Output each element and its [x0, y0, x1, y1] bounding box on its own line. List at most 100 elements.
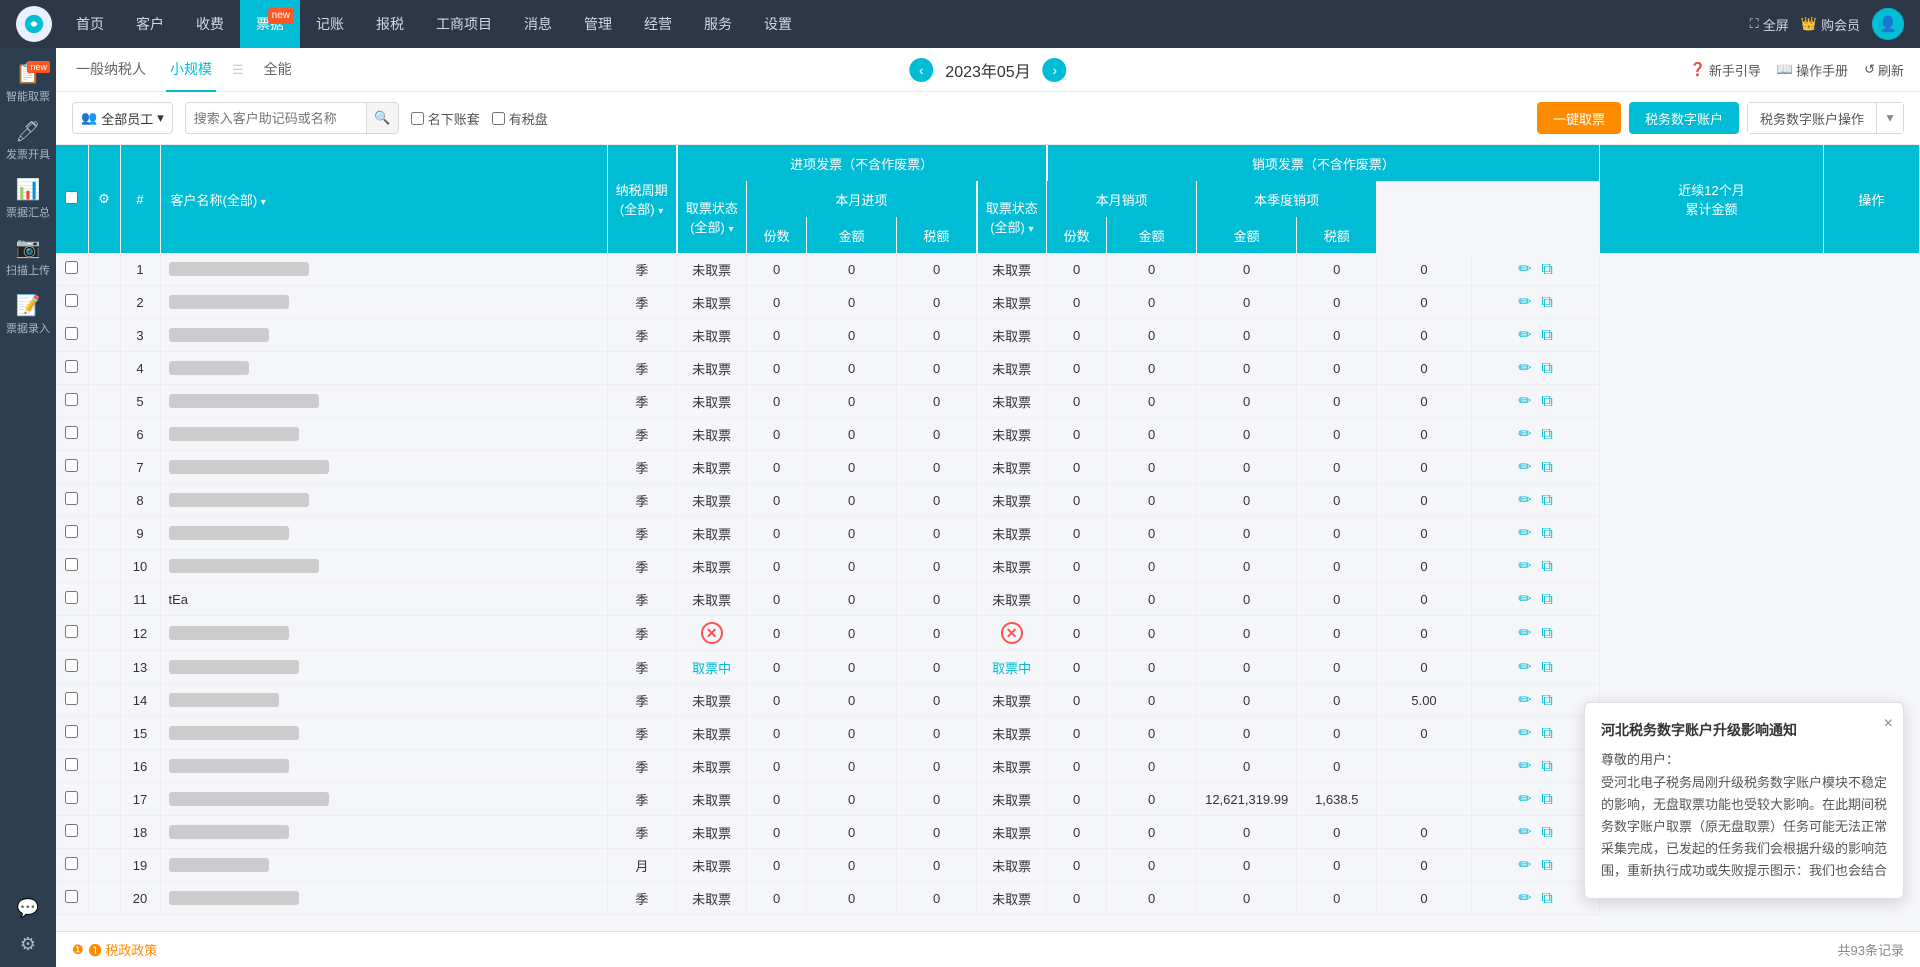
nav-accounting[interactable]: 记账	[300, 0, 360, 48]
sidebar-item-summary[interactable]: 📊 票据汇总	[2, 172, 54, 226]
edit-icon[interactable]: ✏	[1515, 591, 1534, 608]
one-click-fetch-btn[interactable]: 一键取票	[1537, 102, 1621, 134]
row-checkbox[interactable]	[65, 327, 78, 340]
row-checkbox[interactable]	[65, 492, 78, 505]
copy-icon[interactable]: ⧉	[1538, 492, 1555, 509]
tab-small[interactable]: 小规模	[166, 48, 216, 92]
name-under-checkbox-input[interactable]	[411, 112, 424, 125]
edit-icon[interactable]: ✏	[1515, 558, 1534, 575]
edit-icon[interactable]: ✏	[1515, 659, 1534, 676]
sidebar-item-smart-ticket[interactable]: 📋 new 智能取票	[2, 56, 54, 110]
row-checkbox[interactable]	[65, 791, 78, 804]
search-input[interactable]	[186, 103, 366, 133]
sidebar-item-open-ticket[interactable]: 🖊 发票开具	[2, 114, 54, 168]
next-month-btn[interactable]: ›	[1043, 58, 1067, 82]
tab-all[interactable]: 全能	[260, 48, 296, 92]
fullscreen-btn[interactable]: ⛶ 全屏	[1750, 15, 1789, 34]
copy-icon[interactable]: ⧉	[1538, 824, 1555, 841]
copy-icon[interactable]: ⧉	[1538, 558, 1555, 575]
row-checkbox[interactable]	[65, 857, 78, 870]
notification-close-btn[interactable]: ×	[1884, 711, 1893, 737]
edit-icon[interactable]: ✏	[1515, 459, 1534, 476]
copy-icon[interactable]: ⧉	[1538, 261, 1555, 278]
copy-icon[interactable]: ⧉	[1538, 459, 1555, 476]
copy-icon[interactable]: ⧉	[1538, 692, 1555, 709]
th-out-status[interactable]: 取票状态(全部) ▾	[977, 181, 1047, 253]
copy-icon[interactable]: ⧉	[1538, 360, 1555, 377]
th-period[interactable]: 纳税周期(全部) ▾	[607, 145, 677, 253]
digital-ops-btn[interactable]: 税务数字账户操作	[1747, 102, 1876, 134]
copy-icon[interactable]: ⧉	[1538, 426, 1555, 443]
edit-icon[interactable]: ✏	[1515, 525, 1534, 542]
employee-select[interactable]: 👥 全部员工 ▾	[72, 102, 173, 134]
row-checkbox[interactable]	[65, 360, 78, 373]
has-taxdisk-checkbox[interactable]: 有税盘	[492, 109, 548, 128]
copy-icon[interactable]: ⧉	[1538, 327, 1555, 344]
edit-icon[interactable]: ✏	[1515, 890, 1534, 907]
search-button[interactable]: 🔍	[366, 102, 398, 134]
row-checkbox[interactable]	[65, 625, 78, 638]
edit-icon[interactable]: ✏	[1515, 625, 1534, 642]
edit-icon[interactable]: ✏	[1515, 492, 1534, 509]
edit-icon[interactable]: ✏	[1515, 725, 1534, 742]
row-checkbox[interactable]	[65, 692, 78, 705]
row-checkbox[interactable]	[65, 294, 78, 307]
th-in-status[interactable]: 取票状态(全部) ▾	[677, 181, 747, 253]
edit-icon[interactable]: ✏	[1515, 294, 1534, 311]
copy-icon[interactable]: ⧉	[1538, 625, 1555, 642]
copy-icon[interactable]: ⧉	[1538, 890, 1555, 907]
copy-icon[interactable]: ⧉	[1538, 659, 1555, 676]
edit-icon[interactable]: ✏	[1515, 692, 1534, 709]
nav-manage[interactable]: 管理	[568, 0, 628, 48]
nav-ticket[interactable]: 票据 new	[240, 0, 300, 48]
copy-icon[interactable]: ⧉	[1538, 758, 1555, 775]
copy-icon[interactable]: ⧉	[1538, 393, 1555, 410]
row-checkbox[interactable]	[65, 824, 78, 837]
th-name[interactable]: 客户名称(全部) ▾	[160, 145, 607, 253]
prev-month-btn[interactable]: ‹	[909, 58, 933, 82]
nav-service[interactable]: 服务	[688, 0, 748, 48]
row-checkbox[interactable]	[65, 426, 78, 439]
row-checkbox[interactable]	[65, 659, 78, 672]
row-checkbox[interactable]	[65, 459, 78, 472]
nav-customer[interactable]: 客户	[120, 0, 180, 48]
edit-icon[interactable]: ✏	[1515, 360, 1534, 377]
edit-icon[interactable]: ✏	[1515, 327, 1534, 344]
copy-icon[interactable]: ⧉	[1538, 294, 1555, 311]
edit-icon[interactable]: ✏	[1515, 824, 1534, 841]
nav-business[interactable]: 工商项目	[420, 0, 508, 48]
has-taxdisk-checkbox-input[interactable]	[492, 112, 505, 125]
tab-general[interactable]: 一般纳税人	[72, 48, 150, 92]
edit-icon[interactable]: ✏	[1515, 791, 1534, 808]
edit-icon[interactable]: ✏	[1515, 261, 1534, 278]
sidebar-item-scan[interactable]: 📷 扫描上传	[2, 230, 54, 284]
sidebar-item-settings[interactable]: ⚙	[2, 927, 54, 959]
row-checkbox[interactable]	[65, 591, 78, 604]
sidebar-item-entry[interactable]: 📝 票据录入	[2, 288, 54, 342]
row-checkbox[interactable]	[65, 393, 78, 406]
row-checkbox[interactable]	[65, 890, 78, 903]
select-all-checkbox[interactable]	[65, 191, 78, 204]
nav-tax[interactable]: 报税	[360, 0, 420, 48]
new-guide-link[interactable]: ❓ 新手引导	[1690, 60, 1761, 79]
name-under-checkbox[interactable]: 名下账套	[411, 109, 480, 128]
copy-icon[interactable]: ⧉	[1538, 591, 1555, 608]
edit-icon[interactable]: ✏	[1515, 393, 1534, 410]
nav-message[interactable]: 消息	[508, 0, 568, 48]
copy-icon[interactable]: ⧉	[1538, 857, 1555, 874]
row-checkbox[interactable]	[65, 758, 78, 771]
refresh-link[interactable]: ↺ 刷新	[1864, 60, 1904, 79]
avatar[interactable]: 👤	[1872, 8, 1904, 40]
nav-settings[interactable]: 设置	[748, 0, 808, 48]
nav-fee[interactable]: 收费	[180, 0, 240, 48]
copy-icon[interactable]: ⧉	[1538, 525, 1555, 542]
row-checkbox[interactable]	[65, 261, 78, 274]
edit-icon[interactable]: ✏	[1515, 857, 1534, 874]
row-checkbox[interactable]	[65, 725, 78, 738]
sidebar-item-message[interactable]: 💬	[2, 891, 54, 923]
manual-link[interactable]: 📖 操作手册	[1777, 60, 1848, 79]
tax-policy-link[interactable]: ❶ ❶ 税政政策	[72, 940, 157, 959]
row-checkbox[interactable]	[65, 525, 78, 538]
edit-icon[interactable]: ✏	[1515, 758, 1534, 775]
nav-home[interactable]: 首页	[60, 0, 120, 48]
